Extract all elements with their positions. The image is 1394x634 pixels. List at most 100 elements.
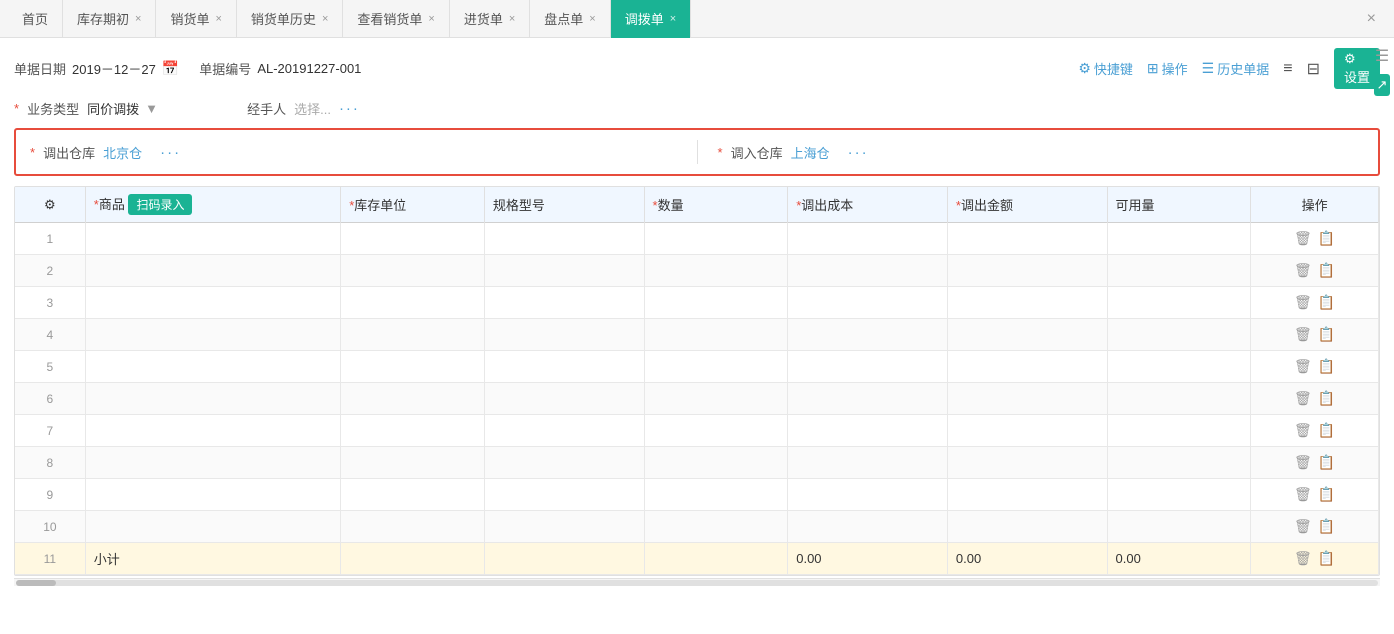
row-cost[interactable] [788, 415, 948, 447]
row-available[interactable] [1107, 287, 1251, 319]
row-unit[interactable] [341, 383, 485, 415]
row-cost[interactable] [788, 479, 948, 511]
row-unit[interactable] [341, 479, 485, 511]
delete-icon[interactable]: 🗑 [1294, 230, 1312, 247]
row-product[interactable] [85, 223, 340, 255]
copy-icon[interactable]: 📋 [1318, 326, 1335, 343]
sidebar-list-icon[interactable]: ☰ [1375, 46, 1389, 66]
bottom-scrollbar[interactable] [14, 578, 1380, 586]
row-cost[interactable] [788, 319, 948, 351]
row-amount[interactable] [947, 383, 1107, 415]
row-unit[interactable] [341, 447, 485, 479]
row-cost[interactable] [788, 223, 948, 255]
row-amount[interactable] [947, 479, 1107, 511]
row-cost[interactable] [788, 383, 948, 415]
tab-sales-history[interactable]: 销货单历史 × [237, 0, 343, 38]
row-cost[interactable] [788, 447, 948, 479]
delete-icon[interactable]: 🗑 [1294, 358, 1312, 375]
copy-icon[interactable]: 📋 [1318, 294, 1335, 311]
row-qty[interactable] [644, 511, 788, 543]
delete-icon[interactable]: 🗑 [1294, 390, 1312, 407]
tab-sales-order[interactable]: 销货单 × [156, 0, 236, 38]
row-amount[interactable] [947, 511, 1107, 543]
copy-icon[interactable]: 📋 [1318, 358, 1335, 375]
delete-icon[interactable]: 🗑 [1294, 486, 1312, 503]
copy-icon[interactable]: 📋 [1318, 422, 1335, 439]
row-unit[interactable] [341, 287, 485, 319]
row-available[interactable] [1107, 511, 1251, 543]
row-product[interactable] [85, 415, 340, 447]
row-spec[interactable] [484, 383, 644, 415]
row-available[interactable] [1107, 479, 1251, 511]
sidebar-export-icon[interactable]: ↗ [1374, 74, 1391, 96]
copy-icon[interactable]: 📋 [1318, 390, 1335, 407]
in-warehouse-more-icon[interactable]: ··· [848, 144, 869, 161]
row-spec[interactable] [484, 319, 644, 351]
copy-icon[interactable]: 📋 [1318, 262, 1335, 279]
in-warehouse-value[interactable]: 上海仓 [791, 143, 830, 162]
copy-icon[interactable]: 📋 [1318, 486, 1335, 503]
dropdown-arrow-icon[interactable]: ▼ [145, 101, 158, 116]
tab-close-transfer[interactable]: × [670, 13, 676, 25]
row-available[interactable] [1107, 223, 1251, 255]
col-gear[interactable]: ⚙ [15, 187, 85, 223]
row-product[interactable] [85, 287, 340, 319]
row-available[interactable] [1107, 319, 1251, 351]
row-unit[interactable] [341, 351, 485, 383]
row-spec[interactable] [484, 415, 644, 447]
row-product[interactable] [85, 447, 340, 479]
row-amount[interactable] [947, 255, 1107, 287]
row-cost[interactable] [788, 287, 948, 319]
row-unit[interactable] [341, 415, 485, 447]
delete-icon[interactable]: 🗑 [1294, 550, 1312, 567]
row-unit[interactable] [341, 223, 485, 255]
gear-header-icon[interactable]: ⚙ [44, 197, 56, 212]
handler-more-icon[interactable]: ··· [339, 100, 360, 117]
delete-icon[interactable]: 🗑 [1294, 326, 1312, 343]
row-spec[interactable] [484, 287, 644, 319]
tab-close-purchase[interactable]: × [509, 13, 515, 25]
operation-btn[interactable]: ⊞ 操作 [1147, 59, 1188, 78]
row-product[interactable] [85, 383, 340, 415]
row-available[interactable] [1107, 255, 1251, 287]
row-spec[interactable] [484, 351, 644, 383]
handler-placeholder[interactable]: 选择... [294, 99, 331, 118]
row-unit[interactable] [341, 255, 485, 287]
delete-icon[interactable]: 🗑 [1294, 454, 1312, 471]
row-amount[interactable] [947, 447, 1107, 479]
tab-transfer[interactable]: 调拨单 × [611, 0, 691, 38]
row-qty[interactable] [644, 351, 788, 383]
tab-purchase[interactable]: 进货单 × [450, 0, 530, 38]
copy-icon[interactable]: 📋 [1318, 454, 1335, 471]
row-qty[interactable] [644, 287, 788, 319]
delete-icon[interactable]: 🗑 [1294, 294, 1312, 311]
row-product[interactable] [85, 319, 340, 351]
scan-button[interactable]: 扫码录入 [128, 194, 192, 215]
tab-home[interactable]: 首页 [8, 0, 63, 38]
row-product[interactable] [85, 479, 340, 511]
row-amount[interactable] [947, 319, 1107, 351]
copy-icon[interactable]: 📋 [1318, 518, 1335, 535]
layout-icon-1[interactable]: ≡ [1283, 60, 1292, 78]
out-warehouse-more-icon[interactable]: ··· [160, 144, 181, 161]
row-qty[interactable] [644, 383, 788, 415]
row-qty[interactable] [644, 415, 788, 447]
tab-close-inventory[interactable]: × [589, 13, 595, 25]
business-type-select[interactable]: 同价调拨 ▼ [87, 99, 207, 118]
row-spec[interactable] [484, 255, 644, 287]
row-unit[interactable] [341, 511, 485, 543]
row-product[interactable] [85, 511, 340, 543]
row-unit[interactable] [341, 319, 485, 351]
row-available[interactable] [1107, 351, 1251, 383]
row-spec[interactable] [484, 447, 644, 479]
row-qty[interactable] [644, 447, 788, 479]
row-available[interactable] [1107, 447, 1251, 479]
row-spec[interactable] [484, 479, 644, 511]
row-qty[interactable] [644, 223, 788, 255]
row-amount[interactable] [947, 415, 1107, 447]
copy-icon[interactable]: 📋 [1318, 550, 1335, 567]
tab-close-sales-order[interactable]: × [215, 13, 221, 25]
row-amount[interactable] [947, 223, 1107, 255]
row-available[interactable] [1107, 415, 1251, 447]
delete-icon[interactable]: 🗑 [1294, 518, 1312, 535]
